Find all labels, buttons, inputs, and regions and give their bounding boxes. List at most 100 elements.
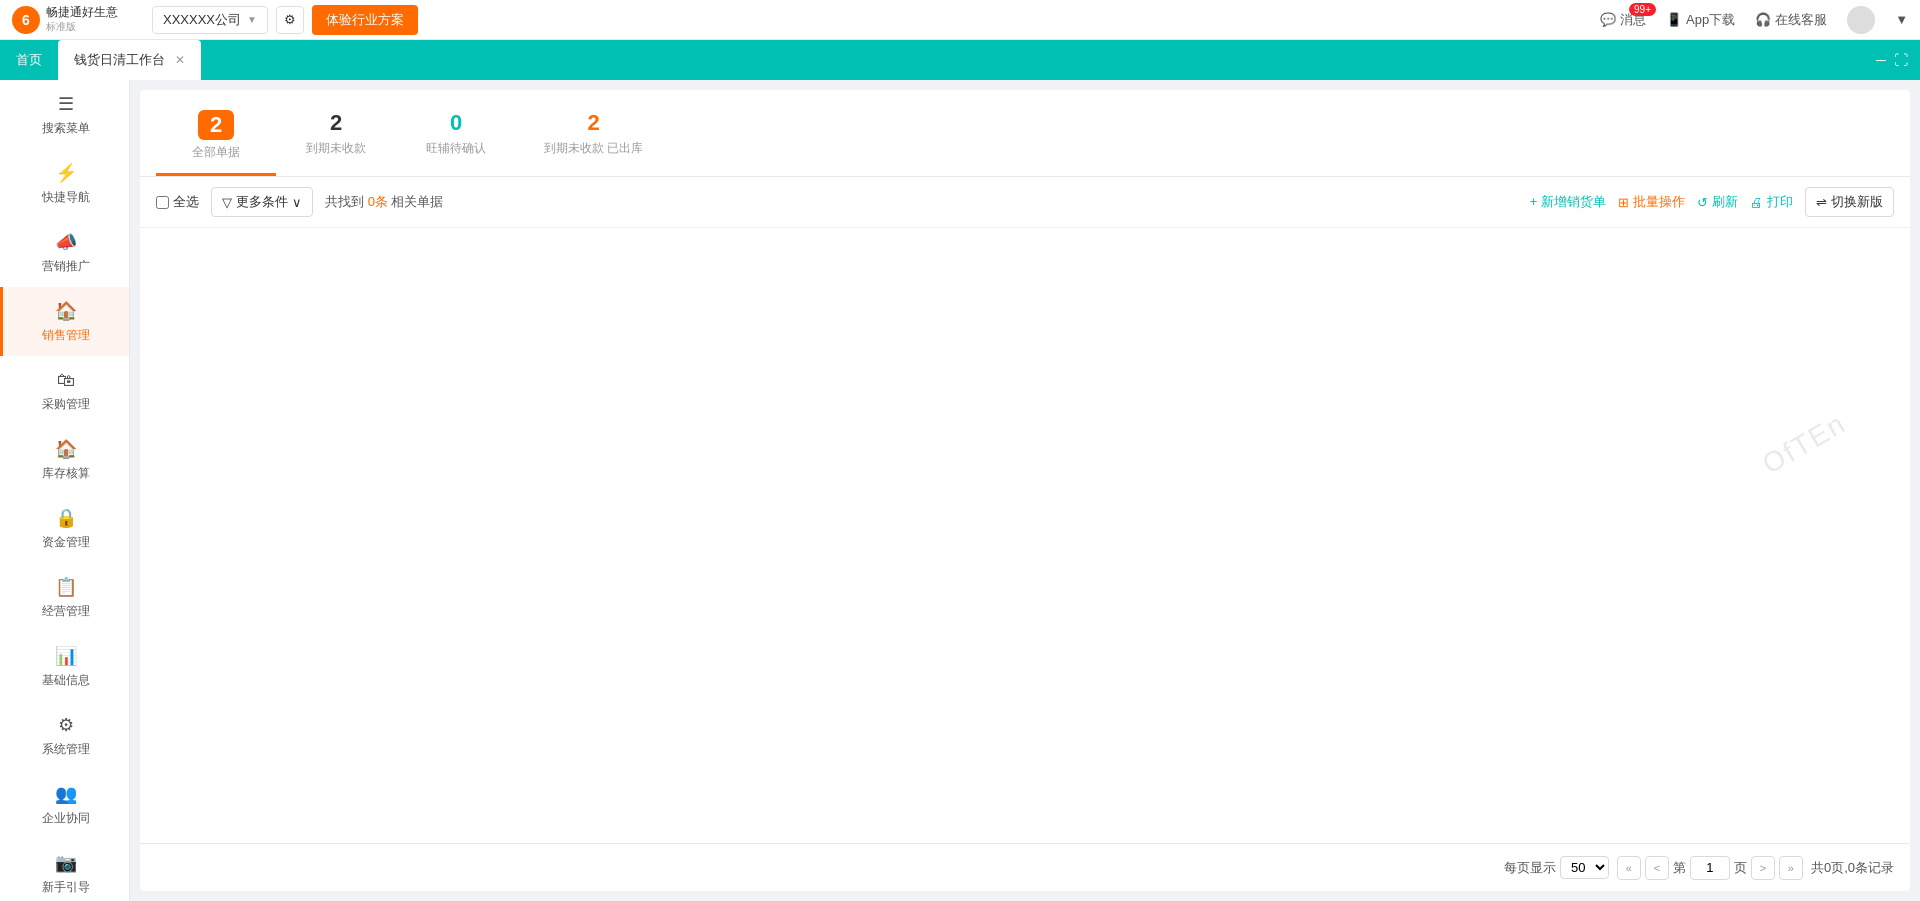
switch-version-button[interactable]: ⇌ 切换新版 (1805, 187, 1894, 217)
basic-info-icon: 📊 (54, 644, 78, 668)
refresh-icon: ↺ (1697, 195, 1708, 210)
batch-operation-button[interactable]: ⊞ 批量操作 (1618, 193, 1685, 211)
sidebar-item-system[interactable]: ⚙ 系统管理 (0, 701, 129, 770)
page-input[interactable] (1690, 856, 1730, 880)
first-page-button[interactable]: « (1617, 856, 1641, 880)
sidebar-item-basic-info[interactable]: 📊 基础信息 (0, 632, 129, 701)
purchase-icon: 🛍 (54, 368, 78, 392)
search-menu-icon: ☰ (54, 92, 78, 116)
sidebar-item-marketing[interactable]: 📣 营销推广 (0, 218, 129, 287)
app-download-label: App下载 (1686, 11, 1735, 29)
stat-tab-all[interactable]: 2 全部单据 (156, 102, 276, 176)
sidebar-item-quick-nav[interactable]: ⚡ 快捷导航 (0, 149, 129, 218)
sidebar-item-operations[interactable]: 📋 经营管理 (0, 563, 129, 632)
gear-icon: ⚙ (284, 12, 296, 27)
message-badge: 99+ (1629, 3, 1656, 16)
next-page-button[interactable]: > (1751, 856, 1775, 880)
sidebar-label-search-menu: 搜索菜单 (42, 120, 90, 137)
sidebar-label-operations: 经营管理 (42, 603, 90, 620)
sidebar-label-sales: 销售管理 (42, 327, 90, 344)
stats-tabs: 2 全部单据 2 到期未收款 0 旺辅待确认 2 到期未收款 已出库 (140, 90, 1910, 177)
stat-tab-unshipped[interactable]: 2 到期未收款 已出库 (516, 102, 671, 176)
batch-icon: ⊞ (1618, 195, 1629, 210)
refresh-button[interactable]: ↺ 刷新 (1697, 193, 1738, 211)
stat-label-unshipped: 到期未收款 已出库 (544, 140, 643, 157)
quick-nav-icon: ⚡ (54, 161, 78, 185)
page-size-selector[interactable]: 每页显示 50 (1504, 856, 1609, 879)
app-name: 畅捷通好生意 (46, 5, 118, 21)
stat-label-all: 全部单据 (192, 144, 240, 161)
found-text: 共找到 0条 相关单据 (325, 193, 443, 211)
select-all-checkbox[interactable]: 全选 (156, 193, 199, 211)
found-prefix: 共找到 (325, 194, 364, 209)
total-records: 共0页,0条记录 (1811, 859, 1894, 877)
sidebar-item-guide[interactable]: 📷 新手引导 (0, 839, 129, 901)
stat-num-wangwang: 0 (450, 110, 462, 136)
online-service-label: 在线客服 (1775, 11, 1827, 29)
tab-cash-flow[interactable]: 钱货日清工作台 ✕ (58, 40, 201, 80)
stat-tab-wangwang[interactable]: 0 旺辅待确认 (396, 102, 516, 176)
stat-num-overdue: 2 (330, 110, 342, 136)
stat-num-unshipped: 2 (588, 110, 600, 136)
select-all-label: 全选 (173, 193, 199, 211)
online-service-button[interactable]: 🎧 在线客服 (1755, 11, 1827, 29)
select-all-input[interactable] (156, 196, 169, 209)
table-area: OfTEn (140, 228, 1910, 843)
header-right: 💬 消息 99+ 📱 App下载 🎧 在线客服 ▼ (1600, 6, 1908, 34)
inventory-icon: 🏠 (54, 437, 78, 461)
tab-close-icon[interactable]: ✕ (175, 53, 185, 67)
operations-icon: 📋 (54, 575, 78, 599)
per-page-select[interactable]: 50 (1560, 856, 1609, 879)
last-page-button[interactable]: » (1779, 856, 1803, 880)
experience-button[interactable]: 体验行业方案 (312, 5, 418, 35)
message-button[interactable]: 💬 消息 99+ (1600, 11, 1646, 29)
per-page-label: 每页显示 (1504, 859, 1556, 877)
pagination: 每页显示 50 « < 第 页 > » 共0页,0条记录 (140, 843, 1910, 891)
switch-label: 切换新版 (1831, 193, 1883, 211)
settings-button[interactable]: ⚙ (276, 6, 304, 34)
stat-label-wangwang: 旺辅待确认 (426, 140, 486, 157)
app-download-button[interactable]: 📱 App下载 (1666, 11, 1735, 29)
page-suffix: 页 (1734, 859, 1747, 877)
add-sale-button[interactable]: + 新增销货单 (1530, 193, 1606, 211)
app-logo: 6 (12, 6, 40, 34)
filter-button[interactable]: ▽ 更多条件 ∨ (211, 187, 313, 217)
add-icon: + 新增销货单 (1530, 193, 1606, 211)
sidebar: ☰ 搜索菜单 ⚡ 快捷导航 📣 营销推广 🏠 销售管理 🛍 采购管理 🏠 库存核… (0, 80, 130, 901)
sidebar-item-inventory[interactable]: 🏠 库存核算 (0, 425, 129, 494)
sidebar-item-enterprise[interactable]: 👥 企业协同 (0, 770, 129, 839)
company-selector[interactable]: XXXXXX公司 ▼ (152, 6, 268, 34)
company-name: XXXXXX公司 (163, 11, 241, 29)
sidebar-item-sales[interactable]: 🏠 销售管理 (0, 287, 129, 356)
switch-icon: ⇌ (1816, 195, 1827, 210)
print-button[interactable]: 🖨 打印 (1750, 193, 1793, 211)
system-icon: ⚙ (54, 713, 78, 737)
prev-page-button[interactable]: < (1645, 856, 1669, 880)
sidebar-label-marketing: 营销推广 (42, 258, 90, 275)
sidebar-item-search-menu[interactable]: ☰ 搜索菜单 (0, 80, 129, 149)
filter-label: 更多条件 (236, 193, 288, 211)
refresh-label: 刷新 (1712, 193, 1738, 211)
window-expand-icon[interactable]: ⛶ (1894, 52, 1908, 68)
user-name[interactable]: ▼ (1895, 12, 1908, 27)
chevron-user-icon: ▼ (1895, 12, 1908, 27)
sidebar-label-inventory: 库存核算 (42, 465, 90, 482)
page-navigation: « < 第 页 > » (1617, 856, 1803, 880)
sidebar-label-system: 系统管理 (42, 741, 90, 758)
message-icon: 💬 (1600, 12, 1616, 27)
stat-tab-overdue[interactable]: 2 到期未收款 (276, 102, 396, 176)
sidebar-label-guide: 新手引导 (42, 879, 90, 896)
window-minimize-icon[interactable]: ─ (1876, 52, 1886, 68)
tab-home[interactable]: 首页 (0, 40, 58, 80)
sidebar-item-finance[interactable]: 🔒 资金管理 (0, 494, 129, 563)
page-label: 第 (1673, 859, 1686, 877)
sidebar-label-quick-nav: 快捷导航 (42, 189, 90, 206)
toolbar: 全选 ▽ 更多条件 ∨ 共找到 0条 相关单据 + 新增销货单 (140, 177, 1910, 228)
avatar[interactable] (1847, 6, 1875, 34)
tab-bar-right: ─ ⛶ (1876, 52, 1920, 68)
logo-area: 6 畅捷通好生意 标准版 (12, 5, 142, 35)
sales-icon: 🏠 (54, 299, 78, 323)
sidebar-item-purchase[interactable]: 🛍 采购管理 (0, 356, 129, 425)
sidebar-label-basic-info: 基础信息 (42, 672, 90, 689)
sidebar-label-finance: 资金管理 (42, 534, 90, 551)
